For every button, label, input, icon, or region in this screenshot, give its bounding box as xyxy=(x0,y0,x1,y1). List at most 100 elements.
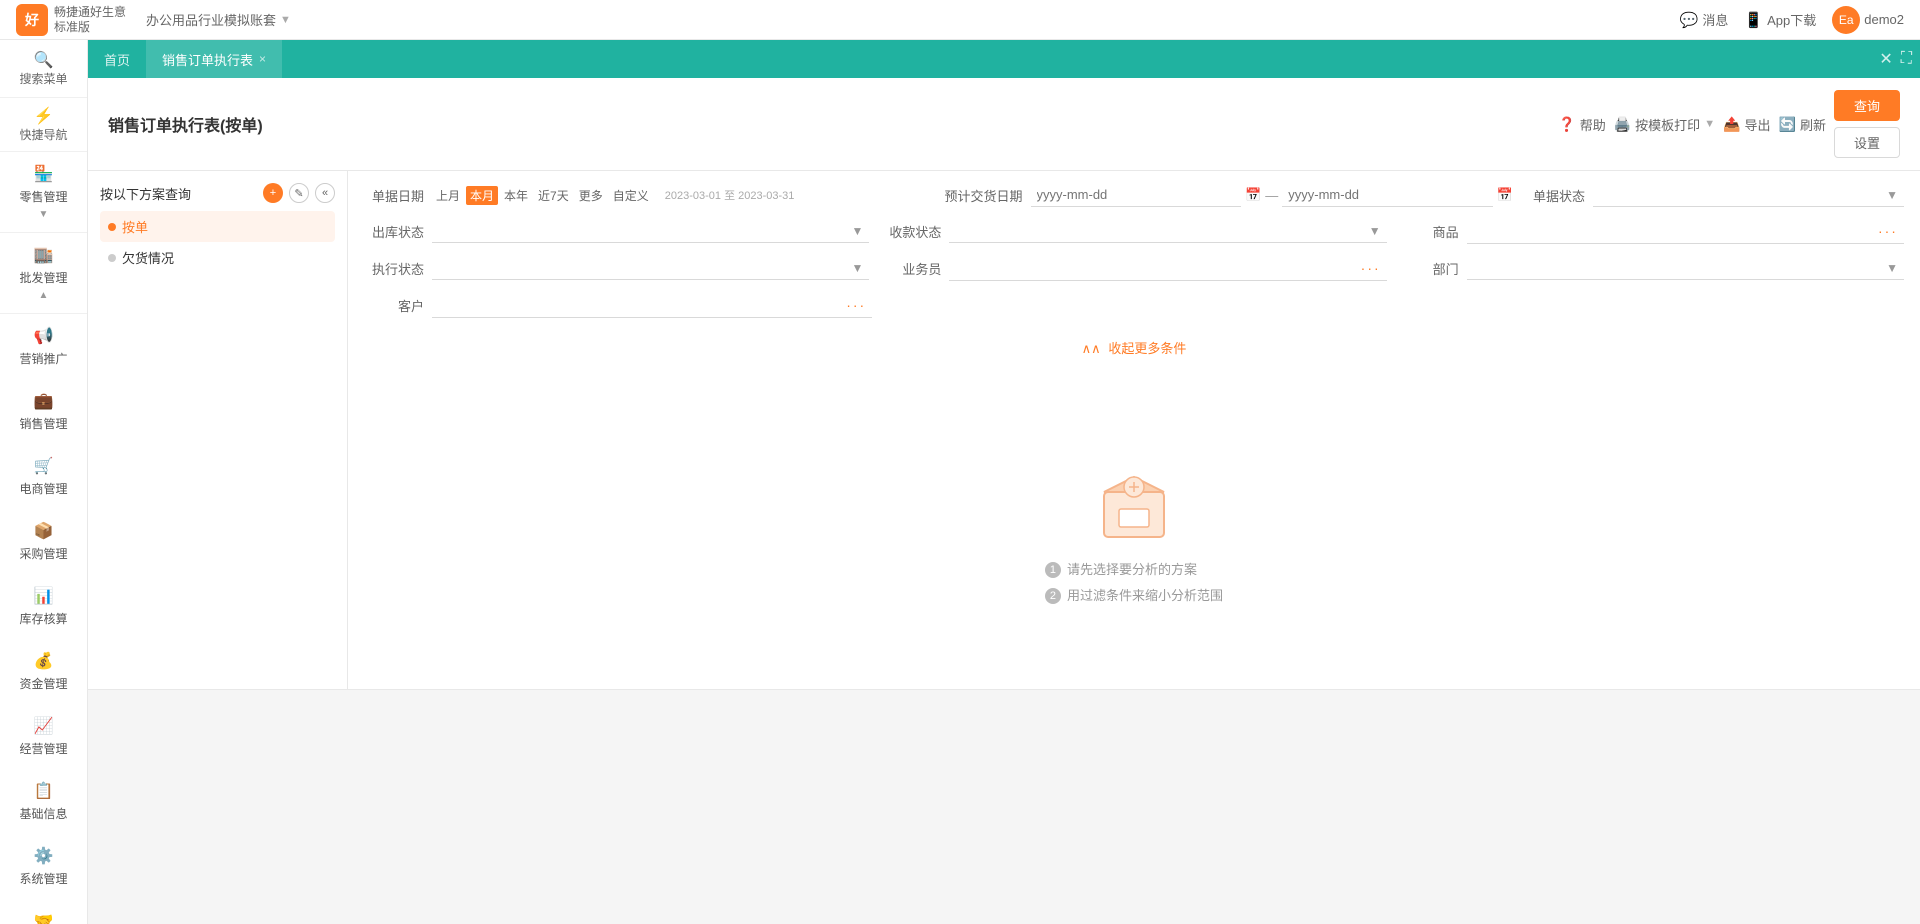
filter-option-byorder[interactable]: 按单 xyxy=(100,211,335,242)
sidebar-item-finance[interactable]: 💰 资金管理 xyxy=(0,639,87,704)
tab-close-icon[interactable]: × xyxy=(259,52,266,66)
filter-row-2: 出库状态 ▼ 收款状态 xyxy=(364,219,1904,244)
date-hint: 2023-03-01 至 2023-03-31 xyxy=(665,187,795,203)
exec-field: 执行状态 ▼ xyxy=(364,257,869,280)
outstock-select[interactable]: ▼ xyxy=(432,220,869,243)
date-tab-more[interactable]: 更多 xyxy=(575,186,607,205)
goods-label: 商品 xyxy=(1399,222,1459,241)
expected-date-range: 📅 — 📅 xyxy=(1031,183,1513,207)
sidebar-item-enterprise[interactable]: 🤝 企业协同 xyxy=(0,899,87,924)
exec-dropdown-icon: ▼ xyxy=(851,261,863,275)
date-start-icon[interactable]: 📅 xyxy=(1245,187,1261,203)
empty-tip-1: 1 请先选择要分析的方案 xyxy=(1045,557,1223,583)
tip-2-num: 2 xyxy=(1045,588,1061,604)
filter-row-3: 执行状态 ▼ 业务员 xyxy=(364,256,1904,281)
help-icon: ❓ xyxy=(1558,116,1575,133)
export-button[interactable]: 📤 导出 xyxy=(1723,115,1770,134)
collapse-button[interactable]: ∧∧ 收起更多条件 xyxy=(364,330,1904,365)
sidebar-item-operation[interactable]: 📈 经营管理 xyxy=(0,704,87,769)
sidebar-item-marketing[interactable]: 📢 营销推广 xyxy=(0,314,87,379)
tip-2-text: 用过滤条件来缩小分析范围 xyxy=(1067,583,1223,609)
sidebar-item-ecommerce[interactable]: 🛒 电商管理 xyxy=(0,444,87,509)
expected-date-end[interactable] xyxy=(1282,183,1493,207)
salesman-more-icon[interactable]: ··· xyxy=(1361,260,1381,276)
sidebar-item-sales[interactable]: 💼 销售管理 xyxy=(0,379,87,444)
customer-select[interactable]: ··· xyxy=(432,293,872,318)
order-status-field: 单据状态 ▼ xyxy=(1525,184,1904,207)
window-max-button[interactable]: ⛶ xyxy=(1901,50,1912,68)
sidebar-item-wholesale[interactable]: 🏬 批发管理 ▲ xyxy=(0,233,87,313)
add-scheme-button[interactable]: + xyxy=(263,183,283,203)
edit-scheme-button[interactable]: ✎ xyxy=(289,183,309,203)
filter-form: 单据日期 上月 本月 本年 近7天 更多 自定义 xyxy=(348,171,1920,377)
date-tab-thisyear[interactable]: 本年 xyxy=(500,186,532,205)
collapse-icon: ∧∧ xyxy=(1082,341,1101,356)
tab-bar: 首页 销售订单执行表 × ✕ ⛶ xyxy=(88,40,1920,78)
salesman-select[interactable]: ··· xyxy=(949,256,1386,281)
dept-field: 部门 ▼ xyxy=(1399,257,1904,280)
date-tabs: 上月 本月 本年 近7天 更多 自定义 xyxy=(432,186,653,205)
refresh-button[interactable]: 🔄 刷新 xyxy=(1779,115,1826,134)
set-button[interactable]: 设置 xyxy=(1834,127,1900,158)
print-button[interactable]: 🖨️ 按模板打印 ▼ xyxy=(1614,115,1715,134)
sidebar-item-basic[interactable]: 📋 基础信息 xyxy=(0,769,87,834)
customer-label: 客户 xyxy=(364,296,424,315)
sidebar-item-purchase[interactable]: 📦 采购管理 xyxy=(0,509,87,574)
tab-bar-right: ✕ ⛶ xyxy=(1879,49,1920,69)
receipt-select[interactable]: ▼ xyxy=(949,220,1386,243)
date-tab-thismonth[interactable]: 本月 xyxy=(466,186,498,205)
sidebar-item-inventory[interactable]: 📊 库存核算 xyxy=(0,574,87,639)
top-bar: 好 畅捷通好生意 标准版 办公用品行业模拟账套 ▼ 💬 消息 📱 App下载 xyxy=(0,0,1920,40)
customer-more-icon[interactable]: ··· xyxy=(846,297,866,313)
tab-current[interactable]: 销售订单执行表 × xyxy=(146,40,282,78)
app-download-button[interactable]: 📱 App下载 xyxy=(1744,10,1816,29)
sidebar-item-quicknav[interactable]: ⚡ 快捷导航 xyxy=(0,98,87,152)
date-tab-lastmonth[interactable]: 上月 xyxy=(432,186,464,205)
sidebar-item-system[interactable]: ⚙️ 系统管理 xyxy=(0,834,87,899)
receipt-label: 收款状态 xyxy=(881,222,941,241)
collapse-sidebar-button[interactable]: « xyxy=(315,183,335,203)
filter-option-shortage[interactable]: 欠货情况 xyxy=(100,242,335,273)
export-icon: 📤 xyxy=(1723,116,1740,133)
tip-1-text: 请先选择要分析的方案 xyxy=(1067,557,1197,583)
avatar: Ea xyxy=(1832,6,1860,34)
help-button[interactable]: ❓ 帮助 xyxy=(1558,115,1605,134)
message-button[interactable]: 💬 消息 xyxy=(1680,10,1729,29)
sidebar-item-search[interactable]: 🔍 搜索菜单 xyxy=(0,40,87,98)
dept-select[interactable]: ▼ xyxy=(1467,257,1904,280)
empty-state: 1 请先选择要分析的方案 2 用过滤条件来缩小分析范围 xyxy=(348,377,1920,689)
expected-date-start[interactable] xyxy=(1031,183,1242,207)
goods-select[interactable]: ··· xyxy=(1467,219,1904,244)
top-bar-right: 💬 消息 📱 App下载 Ea demo2 xyxy=(1680,6,1904,34)
date-tab-custom[interactable]: 自定义 xyxy=(609,186,653,205)
window-close-button[interactable]: ✕ xyxy=(1879,49,1892,69)
user-avatar[interactable]: Ea demo2 xyxy=(1832,6,1904,34)
order-status-dropdown-icon: ▼ xyxy=(1886,188,1898,202)
order-status-select[interactable]: ▼ xyxy=(1593,184,1904,207)
breadcrumb[interactable]: 办公用品行业模拟账套 ▼ xyxy=(146,10,291,29)
goods-more-icon[interactable]: ··· xyxy=(1878,223,1898,239)
outstock-label: 出库状态 xyxy=(364,222,424,241)
date-label: 单据日期 xyxy=(364,186,424,205)
logo-area: 好 畅捷通好生意 标准版 xyxy=(16,4,126,36)
tab-home[interactable]: 首页 xyxy=(88,40,146,78)
filter-sidebar-title: 按以下方案查询 xyxy=(100,184,191,203)
date-separator: — xyxy=(1265,188,1278,203)
print-icon: 🖨️ xyxy=(1614,116,1631,133)
filter-sidebar: 按以下方案查询 + ✎ « 按单 xyxy=(88,171,348,689)
filter-form-wrapper: 单据日期 上月 本月 本年 近7天 更多 自定义 xyxy=(348,171,1920,689)
date-tab-7days[interactable]: 近7天 xyxy=(534,186,573,205)
empty-icon xyxy=(1084,457,1184,557)
content-area: 销售订单执行表(按单) ❓ 帮助 🖨️ 按模板打印 ▼ 📤 xyxy=(88,78,1920,924)
exec-select[interactable]: ▼ xyxy=(432,257,869,280)
salesman-label: 业务员 xyxy=(881,259,941,278)
date-field: 单据日期 上月 本月 本年 近7天 更多 自定义 xyxy=(364,186,933,205)
query-button[interactable]: 查询 xyxy=(1834,90,1900,121)
dept-dropdown-icon: ▼ xyxy=(1886,261,1898,275)
inactive-dot xyxy=(108,254,116,262)
sidebar-item-retail[interactable]: 🏪 零售管理 ▼ xyxy=(0,152,87,232)
tip-1-num: 1 xyxy=(1045,562,1061,578)
date-end-icon[interactable]: 📅 xyxy=(1497,187,1513,203)
top-bar-left: 好 畅捷通好生意 标准版 办公用品行业模拟账套 ▼ xyxy=(16,4,291,36)
dept-label: 部门 xyxy=(1399,259,1459,278)
